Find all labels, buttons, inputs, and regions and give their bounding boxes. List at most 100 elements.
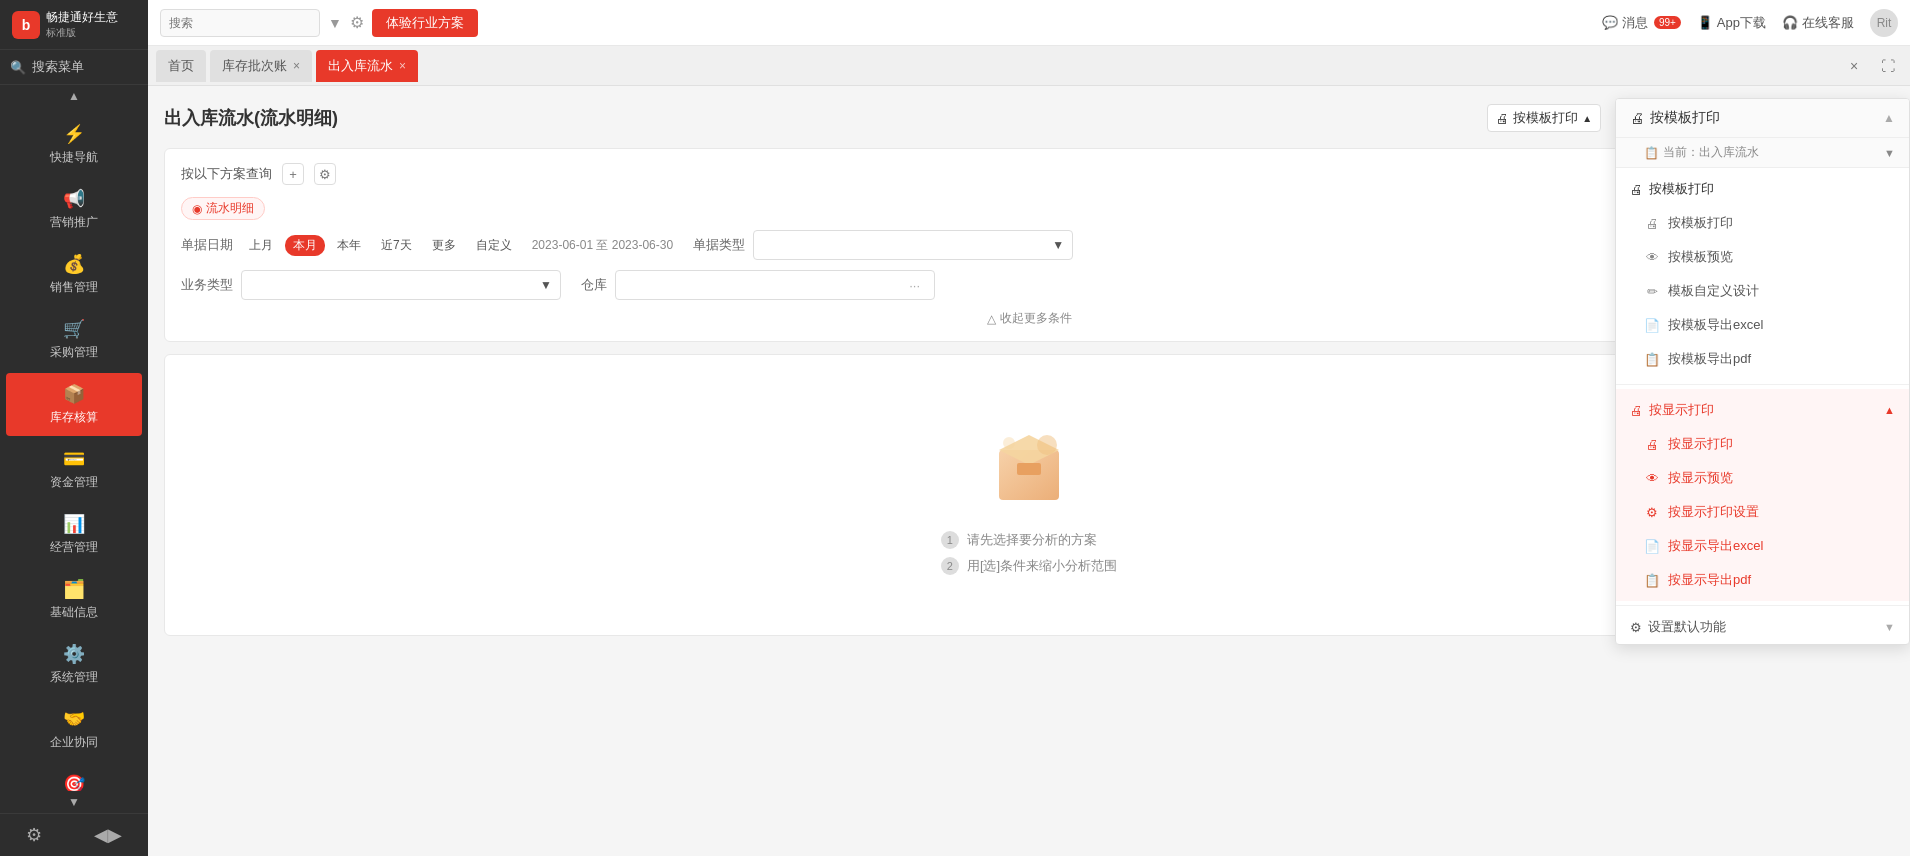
empty-hints: 1 请先选择要分析的方案 2 用[选]条件来缩小分析范围 [941, 531, 1117, 575]
app-logo-icon: b [12, 11, 40, 39]
display-print-section-header[interactable]: 🖨 按显示打印 ▲ [1616, 393, 1909, 427]
tab-batch-account[interactable]: 库存批次账 × [210, 50, 312, 82]
date-tab-this-month[interactable]: 本月 [285, 235, 325, 256]
filter-settings-button[interactable]: ⚙ [314, 163, 336, 185]
filter-biz-select[interactable]: ▼ [241, 270, 561, 300]
template-print-action[interactable]: 🖨 按模板打印 [1616, 206, 1909, 240]
topbar-left: ▼ ⚙ 体验行业方案 [160, 9, 1592, 37]
display-preview-icon: 👁 [1644, 470, 1660, 486]
sidebar-item-system[interactable]: ⚙️ 系统管理 [6, 633, 142, 696]
printer-icon: 🖨 [1496, 111, 1509, 126]
headset-icon: 🎧 [1782, 15, 1798, 30]
sidebar-item-basic[interactable]: 🗂️ 基础信息 [6, 568, 142, 631]
dropdown-current-label: 📋 当前：出入库流水 ▼ [1616, 138, 1909, 168]
svg-rect-2 [1017, 463, 1041, 475]
app-brand-text: 畅捷通好生意 标准版 [46, 10, 118, 39]
collapse-sidebar-icon[interactable]: ◀▶ [94, 824, 122, 846]
sidebar-item-purchase[interactable]: 🛒 采购管理 [6, 308, 142, 371]
settings-bottom-icon[interactable]: ⚙ [26, 824, 42, 846]
app-download-button[interactable]: 📱 App下载 [1697, 14, 1766, 32]
set-default-function-button[interactable]: ⚙ 设置默认功能 ▼ [1616, 610, 1909, 644]
sidebar-item-inventory[interactable]: 📦 库存核算 [6, 373, 142, 436]
date-tab-this-year[interactable]: 本年 [329, 235, 369, 256]
dropdown-panel-header: 🖨 按模板打印 ▲ [1616, 99, 1909, 138]
current-chevron: ▼ [1884, 147, 1895, 159]
basic-icon: 🗂️ [63, 578, 85, 600]
filter-type-select[interactable]: ▼ [753, 230, 1073, 260]
tab-flow[interactable]: 出入库流水 × [316, 50, 418, 82]
online-service-button[interactable]: 🎧 在线客服 [1782, 14, 1854, 32]
sidebar-item-finance[interactable]: 💳 资金管理 [6, 438, 142, 501]
filter-header-label: 按以下方案查询 [181, 165, 272, 183]
template-preview-action[interactable]: 👁 按模板预览 [1616, 240, 1909, 274]
topbar: ▼ ⚙ 体验行业方案 💬 消息 99+ 📱 App下载 🎧 在线客服 Rit [148, 0, 1910, 46]
display-section-icon: 🖨 [1630, 403, 1643, 418]
tab-restore-button[interactable]: ⛶ [1874, 52, 1902, 80]
filter-add-button[interactable]: + [282, 163, 304, 185]
display-print-action[interactable]: 🖨 按显示打印 [1616, 427, 1909, 461]
guide-icon: 🎯 [63, 773, 85, 791]
sales-icon: 💰 [63, 253, 85, 275]
tabs-right-controls: × ⛶ [1840, 52, 1902, 80]
filter-tag-item[interactable]: ◉ 流水明细 [181, 197, 265, 220]
empty-state-illustration [979, 415, 1079, 515]
sidebar-item-cooperation[interactable]: 🤝 企业协同 [6, 698, 142, 761]
sidebar-item-guide[interactable]: 🎯 新手引导 [6, 763, 142, 791]
display-export-pdf-action[interactable]: 📋 按显示导出pdf [1616, 563, 1909, 597]
type-select-chevron: ▼ [1052, 238, 1064, 252]
display-preview-action[interactable]: 👁 按显示预览 [1616, 461, 1909, 495]
user-avatar-button[interactable]: Rit [1870, 9, 1898, 37]
sidebar-item-marketing[interactable]: 📢 营销推广 [6, 178, 142, 241]
template-custom-action[interactable]: ✏ 模板自定义设计 [1616, 274, 1909, 308]
display-print-section: 🖨 按显示打印 ▲ 🖨 按显示打印 👁 按显示预览 ⚙ 按显示打印设置 📄 按显… [1616, 389, 1909, 601]
template-export-excel-action[interactable]: 📄 按模板导出excel [1616, 308, 1909, 342]
sidebar-search-area[interactable]: 🔍 搜索菜单 [0, 50, 148, 85]
template-export-pdf-action[interactable]: 📋 按模板导出pdf [1616, 342, 1909, 376]
filter-warehouse-select[interactable]: ··· [615, 270, 935, 300]
purchase-icon: 🛒 [63, 318, 85, 340]
topbar-dropdown-icon[interactable]: ▼ [328, 15, 342, 31]
search-icon: 🔍 [10, 60, 26, 75]
sidebar-item-quick-nav[interactable]: ⚡ 快捷导航 [6, 113, 142, 176]
industry-solution-button[interactable]: 体验行业方案 [372, 9, 478, 37]
print-template-button[interactable]: 🖨 按模板打印 ▲ [1487, 104, 1601, 132]
sidebar-item-operation[interactable]: 📊 经营管理 [6, 503, 142, 566]
display-export-excel-action[interactable]: 📄 按显示导出excel [1616, 529, 1909, 563]
warehouse-more-icon[interactable]: ··· [903, 278, 926, 293]
tab-batch-close-icon[interactable]: × [293, 59, 300, 73]
tab-close-all-button[interactable]: × [1840, 52, 1868, 80]
footer-chevron: ▼ [1884, 621, 1895, 633]
tab-home[interactable]: 首页 [156, 50, 206, 82]
operation-icon: 📊 [63, 513, 85, 535]
dropdown-chevron-up-icon[interactable]: ▲ [1883, 111, 1895, 125]
topbar-gear-icon[interactable]: ⚙ [350, 13, 364, 32]
message-button[interactable]: 💬 消息 99+ [1602, 14, 1681, 32]
filter-tag-icon: ◉ [192, 202, 202, 216]
template-print-section-header[interactable]: 🖨 按模板打印 [1616, 172, 1909, 206]
empty-hint-1: 1 请先选择要分析的方案 [941, 531, 1097, 549]
sidebar-search-button[interactable]: 🔍 搜索菜单 [10, 58, 138, 76]
message-icon: 💬 [1602, 15, 1618, 30]
inventory-icon: 📦 [63, 383, 85, 405]
date-tab-more[interactable]: 更多 [424, 235, 464, 256]
scroll-down-arrow[interactable]: ▼ [0, 791, 148, 813]
svg-point-4 [1003, 437, 1015, 449]
page-title: 出入库流水(流水明细) [164, 106, 338, 130]
sidebar-nav: ⚡ 快捷导航 📢 营销推广 💰 销售管理 🛒 采购管理 📦 库存核算 💳 资金管… [0, 107, 148, 791]
tabs-bar: 首页 库存批次账 × 出入库流水 × × ⛶ [148, 46, 1910, 86]
sidebar-item-sales[interactable]: 💰 销售管理 [6, 243, 142, 306]
svg-point-3 [1037, 435, 1057, 455]
date-range-display: 2023-06-01 至 2023-06-30 [532, 237, 673, 254]
tab-flow-close-icon[interactable]: × [399, 59, 406, 73]
date-tab-custom[interactable]: 自定义 [468, 235, 520, 256]
filter-type-item: 单据类型 ▼ [693, 230, 1073, 260]
scroll-up-arrow[interactable]: ▲ [0, 85, 148, 107]
filter-date-item: 单据日期 上月 本月 本年 近7天 更多 自定义 2023-06-01 至 20… [181, 235, 673, 256]
biz-select-chevron: ▼ [540, 278, 552, 292]
date-tab-7days[interactable]: 近7天 [373, 235, 420, 256]
print-dropdown-panel: 🖨 按模板打印 ▲ 📋 当前：出入库流水 ▼ 🖨 按模板打印 🖨 按模板打印 👁… [1615, 98, 1910, 645]
display-print-settings-action[interactable]: ⚙ 按显示打印设置 [1616, 495, 1909, 529]
topbar-search-input[interactable] [160, 9, 320, 37]
date-tabs: 上月 本月 本年 近7天 更多 自定义 [241, 235, 520, 256]
date-tab-last-month[interactable]: 上月 [241, 235, 281, 256]
